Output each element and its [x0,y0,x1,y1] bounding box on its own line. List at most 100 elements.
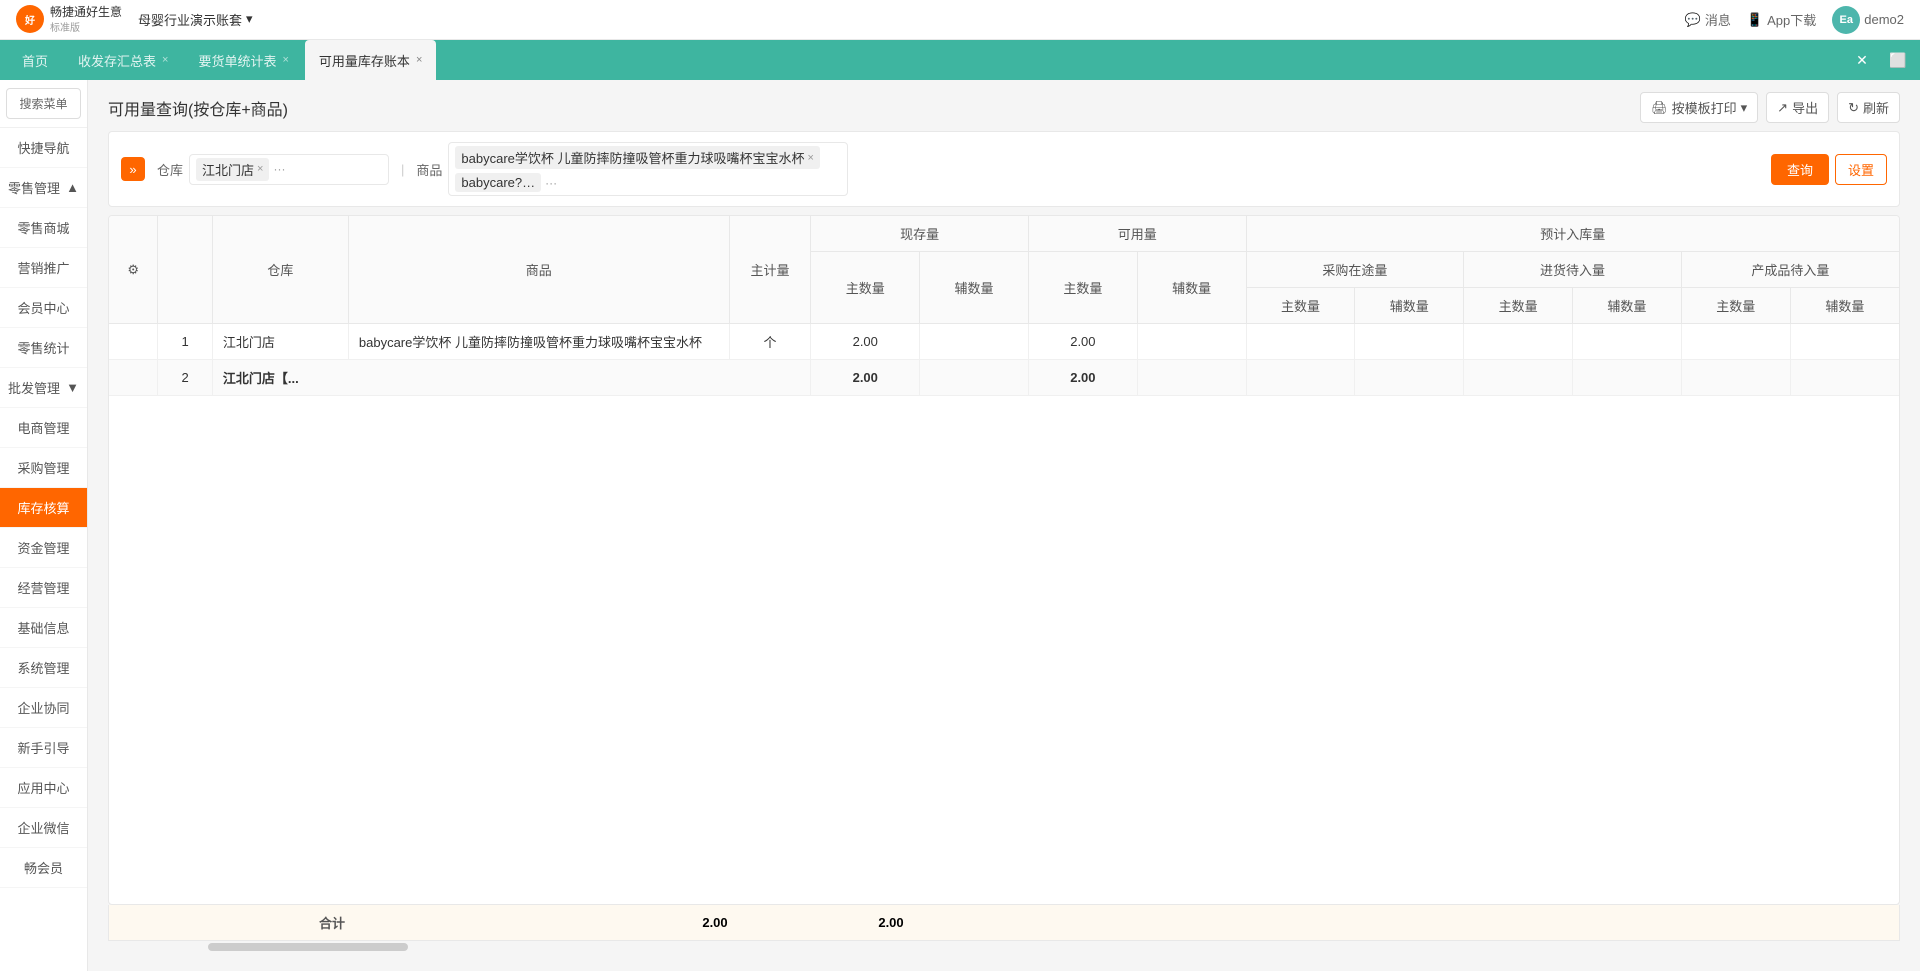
tab-available-stock-label: 可用量库存账本 [319,51,410,70]
sidebar-retail-stats-label: 零售统计 [17,341,69,356]
product-tag2-text: babycare?… [461,175,535,190]
th-avail-sub: 辅数量 [1137,252,1246,324]
search-menu-button[interactable]: 搜索菜单 [6,88,81,119]
sidebar-item-finance[interactable]: 资金管理 [0,528,87,568]
industry-label: 母婴行业演示账套 [138,10,242,29]
th-settings[interactable]: ⚙ [109,216,158,324]
page-bottom [88,951,1920,971]
sidebar-item-quicknav[interactable]: 快捷导航 [0,128,87,168]
window-maximize-button[interactable]: ⬜ [1884,46,1912,74]
sidebar-item-member[interactable]: 会员中心 [0,288,87,328]
sidebar-item-member2[interactable]: 畅会员 [0,848,87,888]
download-icon: 📱 [1747,12,1763,28]
sidebar-item-operations[interactable]: 经营管理 [0,568,87,608]
main-layout: 搜索菜单 快捷导航 零售管理 ▲ 零售商城 营销推广 会员中心 零售统计 批发管… [0,80,1920,971]
warehouse-more-icon[interactable]: ··· [273,162,285,176]
product-tag1-text: babycare学饮杯 儿童防摔防撞吸管杯重力球吸嘴杯宝宝水杯 [461,148,804,167]
print-icon: 🖨 [1651,100,1668,116]
th-purchase-incoming: 进货待入量 [1464,252,1682,288]
tab-receive-send-close[interactable]: × [162,54,168,66]
th-production-incoming: 产成品待入量 [1681,252,1899,288]
warehouse-tag-container[interactable]: 江北门店 × ··· [189,154,389,185]
sub-prod-sub [1790,360,1899,396]
row1-pi-sub [1573,324,1682,360]
sub-pt-main [1246,360,1355,396]
th-pi-sub: 辅数量 [1573,288,1682,324]
warehouse-tag-close[interactable]: × [257,163,263,175]
product-tag-container[interactable]: babycare学饮杯 儿童防摔防撞吸管杯重力球吸嘴杯宝宝水杯 × babyca… [448,142,848,196]
table-container: ⚙ 仓库 商品 主计量 现存量 可用量 预计入库量 主数量 辅数量 主数量 辅数… [108,215,1900,905]
sidebar: 搜索菜单 快捷导航 零售管理 ▲ 零售商城 营销推广 会员中心 零售统计 批发管… [0,80,88,971]
sidebar-purchase-label: 采购管理 [17,461,69,476]
nav-right: ✕ ⬜ [1848,40,1912,80]
tab-order-stats-close[interactable]: × [282,54,288,66]
th-prod-sub: 辅数量 [1790,288,1899,324]
row1-current-main: 2.00 [811,324,920,360]
sidebar-item-retail-mall[interactable]: 零售商城 [0,208,87,248]
th-unit: 主计量 [729,216,811,324]
table-footer: 合计 2.00 2.00 [108,905,1900,941]
sidebar-wechat-label: 企业微信 [17,821,69,836]
product-more-icon[interactable]: ··· [545,176,557,190]
chevron-down-icon: ▾ [246,11,253,27]
warehouse-tag-text: 江北门店 [202,160,254,179]
page-header: 可用量查询(按仓库+商品) 🖨 按模板打印 ▾ ↗ 导出 ↻ 刷新 [88,80,1920,131]
sidebar-ecommerce-label: 电商管理 [17,421,69,436]
th-current-sub: 辅数量 [920,252,1029,324]
horizontal-scrollbar[interactable] [108,941,1900,951]
row1-settings [109,324,158,360]
user-area[interactable]: Ea demo2 [1832,6,1904,34]
sidebar-item-newbie[interactable]: 新手引导 [0,728,87,768]
tab-receive-send-label: 收发存汇总表 [78,51,156,70]
scrollbar-thumb[interactable] [208,943,408,951]
row1-prod-main [1681,324,1790,360]
app-download-button[interactable]: 📱 App下载 [1747,10,1816,29]
industry-selector[interactable]: 母婴行业演示账套 ▾ [130,6,261,33]
sidebar-item-basic-info[interactable]: 基础信息 [0,608,87,648]
th-product: 商品 [348,216,729,324]
query-button[interactable]: 查询 [1771,154,1829,185]
sidebar-item-retail-stats[interactable]: 零售统计 [0,328,87,368]
th-available: 可用量 [1028,216,1246,252]
template-print-button[interactable]: 🖨 按模板打印 ▾ [1640,92,1758,123]
sidebar-search-area: 搜索菜单 [0,80,87,128]
sub-pt-sub [1355,360,1464,396]
sidebar-item-purchase[interactable]: 采购管理 [0,448,87,488]
tab-available-stock[interactable]: 可用量库存账本 × [305,40,436,80]
sidebar-item-marketing[interactable]: 营销推广 [0,248,87,288]
th-purchase-transit: 采购在途量 [1246,252,1464,288]
sidebar-item-retail-mgmt[interactable]: 零售管理 ▲ [0,168,87,208]
export-label: 导出 [1792,98,1818,117]
sidebar-item-wholesale-mgmt[interactable]: 批发管理 ▼ [0,368,87,408]
content-area: 可用量查询(按仓库+商品) 🖨 按模板打印 ▾ ↗ 导出 ↻ 刷新 [88,80,1920,971]
sidebar-item-inventory[interactable]: 库存核算 [0,488,87,528]
sidebar-item-ecommerce[interactable]: 电商管理 [0,408,87,448]
window-close-button[interactable]: ✕ [1848,46,1876,74]
export-button[interactable]: ↗ 导出 [1766,92,1829,123]
message-button[interactable]: 💬 消息 [1685,10,1731,29]
refresh-button[interactable]: ↻ 刷新 [1837,92,1900,123]
sidebar-item-app-center[interactable]: 应用中心 [0,768,87,808]
warehouse-tag: 江北门店 × [196,158,269,181]
product-filter-label: 商品 [416,160,442,179]
page-title: 可用量查询(按仓库+商品) [108,96,288,120]
tab-home[interactable]: 首页 [8,40,62,80]
sidebar-item-wechat[interactable]: 企业微信 [0,808,87,848]
sidebar-item-system[interactable]: 系统管理 [0,648,87,688]
sub-prod-main [1681,360,1790,396]
sidebar-enterprise-label: 企业协同 [17,701,69,716]
tab-order-stats[interactable]: 要货单统计表 × [184,40,302,80]
sub-no: 2 [158,360,212,396]
tab-available-stock-close[interactable]: × [416,54,422,66]
sub-current-main: 2.00 [811,360,920,396]
product-tag1-close[interactable]: × [808,152,814,164]
tab-receive-send[interactable]: 收发存汇总表 × [64,40,182,80]
filter-bar: » 仓库 江北门店 × ··· | 商品 babycare学饮杯 儿童防摔防撞吸… [108,131,1900,207]
setting-button[interactable]: 设置 [1835,154,1887,185]
filter-expand-button[interactable]: » [121,157,145,181]
row1-warehouse: 江北门店 [212,324,348,360]
footer-avail-main: 2.00 [851,915,931,930]
sidebar-app-center-label: 应用中心 [17,781,69,796]
product-tag1: babycare学饮杯 儿童防摔防撞吸管杯重力球吸嘴杯宝宝水杯 × [455,146,820,169]
sidebar-item-enterprise[interactable]: 企业协同 [0,688,87,728]
